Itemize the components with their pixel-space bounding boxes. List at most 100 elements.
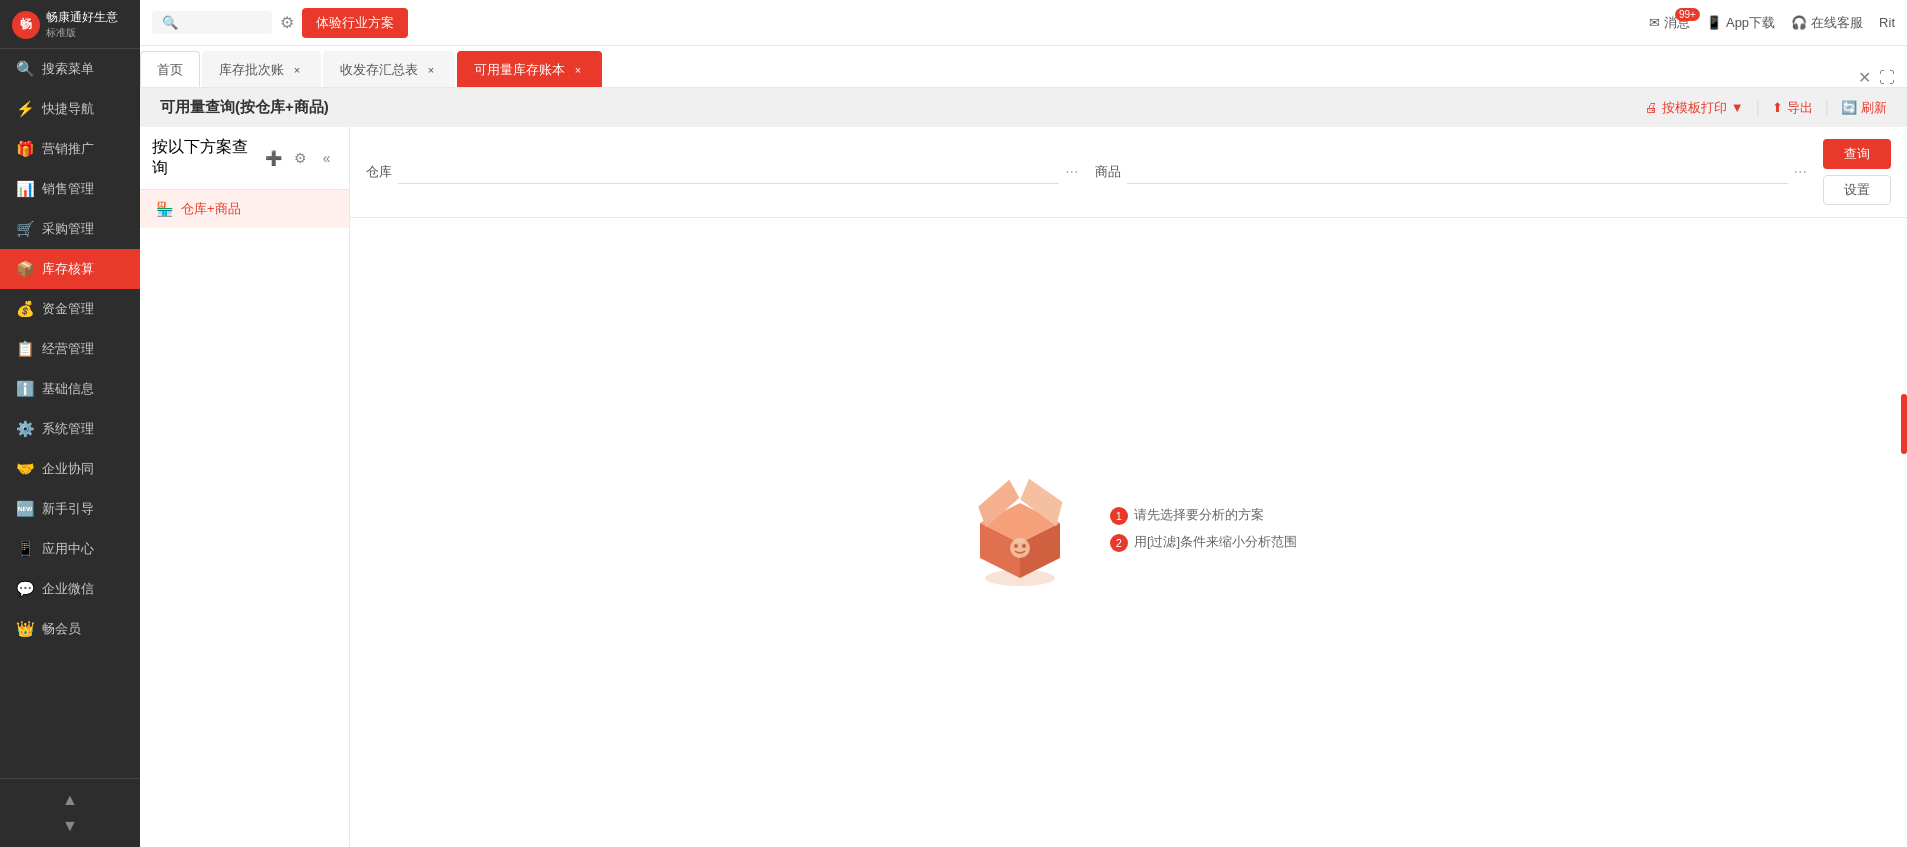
page-header: 可用量查询(按仓库+商品) 🖨 按模板打印 ▼ | ⬆ 导出 | 🔄 刷新: [140, 88, 1907, 127]
svg-point-8: [1022, 544, 1026, 548]
scroll-up-btn[interactable]: ▲: [0, 787, 140, 813]
brand-sub: 标准版: [46, 26, 118, 40]
mobile-icon: 📱: [16, 540, 34, 558]
panel-header: 按以下方案查询 ➕ ⚙ «: [140, 127, 349, 190]
step-num-1: 1: [1110, 507, 1128, 525]
username[interactable]: Rit: [1879, 15, 1895, 30]
crown-icon: 👑: [16, 620, 34, 638]
brand-info: 畅康通好生意 标准版: [46, 10, 118, 40]
sidebar-item-appstore[interactable]: 📱 应用中心: [0, 529, 140, 569]
sidebar-item-system[interactable]: ⚙️ 系统管理: [0, 409, 140, 449]
export-btn[interactable]: ⬆ 导出: [1772, 99, 1813, 117]
refresh-btn[interactable]: 🔄 刷新: [1841, 99, 1887, 117]
step-num-2: 2: [1110, 534, 1128, 552]
sidebar-item-label: 资金管理: [42, 300, 94, 318]
service-label: 在线客服: [1811, 14, 1863, 32]
tab-summary[interactable]: 收发存汇总表 ×: [323, 51, 455, 87]
sidebar-item-marketing[interactable]: 🎁 营销推广: [0, 129, 140, 169]
sidebar-item-sales[interactable]: 📊 销售管理: [0, 169, 140, 209]
scrollbar-indicator[interactable]: [1901, 394, 1907, 454]
settings-scheme-btn[interactable]: ⚙: [290, 147, 311, 169]
sidebar-item-shortcut[interactable]: ⚡ 快捷导航: [0, 89, 140, 129]
print-label: 按模板打印: [1662, 99, 1727, 117]
settings-icon[interactable]: ⚙: [280, 13, 294, 32]
warehouse-more-btn[interactable]: ···: [1065, 163, 1078, 181]
search-icon: 🔍: [162, 15, 178, 30]
tab-available[interactable]: 可用量库存账本 ×: [457, 51, 602, 87]
sidebar-item-guide[interactable]: 🆕 新手引导: [0, 489, 140, 529]
collapse-panel-btn[interactable]: «: [316, 147, 337, 169]
search-input[interactable]: [182, 16, 262, 30]
sidebar-item-purchase[interactable]: 🛒 采购管理: [0, 209, 140, 249]
phone-icon: 📱: [1706, 15, 1722, 30]
empty-step2: 2 用[过滤]条件来缩小分析范围: [1110, 533, 1297, 552]
sidebar-item-inventory[interactable]: 📦 库存核算: [0, 249, 140, 289]
query-button[interactable]: 查询: [1823, 139, 1891, 169]
add-scheme-btn[interactable]: ➕: [263, 147, 284, 169]
cart-icon: 🛒: [16, 220, 34, 238]
scroll-down-btn[interactable]: ▼: [0, 813, 140, 839]
sidebar-item-label: 基础信息: [42, 380, 94, 398]
divider1: |: [1756, 99, 1760, 117]
sidebar-item-label: 畅会员: [42, 620, 81, 638]
scheme-warehouse-product[interactable]: 🏪 仓库+商品: [140, 190, 349, 228]
headset-icon: 🎧: [1791, 15, 1807, 30]
sidebar-item-wechat[interactable]: 💬 企业微信: [0, 569, 140, 609]
tab-expand-btn[interactable]: ⛶: [1879, 69, 1895, 87]
tabs-right-actions: ✕ ⛶: [1846, 68, 1907, 87]
svg-point-6: [1010, 538, 1030, 558]
sidebar-item-label: 新手引导: [42, 500, 94, 518]
tab-home[interactable]: 首页: [140, 51, 200, 87]
tabs-bar: 首页 库存批次账 × 收发存汇总表 × 可用量库存账本 × ✕ ⛶: [140, 46, 1907, 88]
gear-icon: ⚙️: [16, 420, 34, 438]
tab-batch-close[interactable]: ×: [290, 63, 304, 77]
sidebar-item-enterprise[interactable]: 🤝 企业协同: [0, 449, 140, 489]
empty-state: 1 请先选择要分析的方案 2 用[过滤]条件来缩小分析范围: [350, 218, 1907, 847]
box-icon: 📦: [16, 260, 34, 278]
product-label: 商品: [1095, 163, 1121, 181]
refresh-icon: 🔄: [1841, 100, 1857, 115]
divider2: |: [1825, 99, 1829, 117]
handshake-icon: 🤝: [16, 460, 34, 478]
sidebar-item-label: 应用中心: [42, 540, 94, 558]
brand-name: 畅康通好生意: [46, 10, 118, 26]
warehouse-input[interactable]: [398, 160, 1059, 184]
message-icon: ✉: [1649, 15, 1660, 30]
empty-step1: 1 请先选择要分析的方案: [1110, 506, 1297, 525]
sidebar-item-search[interactable]: 🔍 搜索菜单: [0, 49, 140, 89]
svg-point-7: [1014, 544, 1018, 548]
tab-batch-label: 库存批次账: [219, 61, 284, 79]
sidebar-item-vip[interactable]: 👑 畅会员: [0, 609, 140, 649]
tab-close-all-btn[interactable]: ✕: [1858, 68, 1871, 87]
sidebar-item-operations[interactable]: 📋 经营管理: [0, 329, 140, 369]
print-template-btn[interactable]: 🖨 按模板打印 ▼: [1645, 99, 1744, 117]
app-download-btn[interactable]: 📱 App下载: [1706, 14, 1775, 32]
sidebar: 畅 畅康通好生意 标准版 🔍 搜索菜单 ⚡ 快捷导航 🎁 营销推广 📊 销售管理…: [0, 0, 140, 847]
info-icon: ℹ️: [16, 380, 34, 398]
message-badge: 99+: [1675, 8, 1700, 21]
sidebar-item-label: 企业协同: [42, 460, 94, 478]
new-icon: 🆕: [16, 500, 34, 518]
sidebar-bottom: ▲ ▼: [0, 778, 140, 847]
service-btn[interactable]: 🎧 在线客服: [1791, 14, 1863, 32]
product-more-btn[interactable]: ···: [1794, 163, 1807, 181]
sidebar-item-finance[interactable]: 💰 资金管理: [0, 289, 140, 329]
store-icon: 🏪: [156, 201, 173, 217]
sidebar-item-label: 经营管理: [42, 340, 94, 358]
tab-available-label: 可用量库存账本: [474, 61, 565, 79]
sidebar-item-label: 营销推广: [42, 140, 94, 158]
trial-button[interactable]: 体验行业方案: [302, 8, 408, 38]
tab-available-close[interactable]: ×: [571, 63, 585, 77]
left-panel: 按以下方案查询 ➕ ⚙ « 🏪 仓库+商品: [140, 127, 350, 847]
product-input[interactable]: [1127, 160, 1788, 184]
brand-icon: 畅: [12, 11, 40, 39]
scheme-label: 仓库+商品: [181, 200, 241, 218]
tab-batch[interactable]: 库存批次账 ×: [202, 51, 321, 87]
topbar: 🔍 ⚙ 体验行业方案 ✉ 消息 99+ 📱 App下载 🎧 在线客服 Rit: [140, 0, 1907, 46]
tab-summary-close[interactable]: ×: [424, 63, 438, 77]
settings-button[interactable]: 设置: [1823, 175, 1891, 205]
sidebar-item-basic[interactable]: ℹ️ 基础信息: [0, 369, 140, 409]
search-box[interactable]: 🔍: [152, 11, 272, 34]
message-btn[interactable]: ✉ 消息 99+: [1649, 14, 1690, 32]
gift-icon: 🎁: [16, 140, 34, 158]
